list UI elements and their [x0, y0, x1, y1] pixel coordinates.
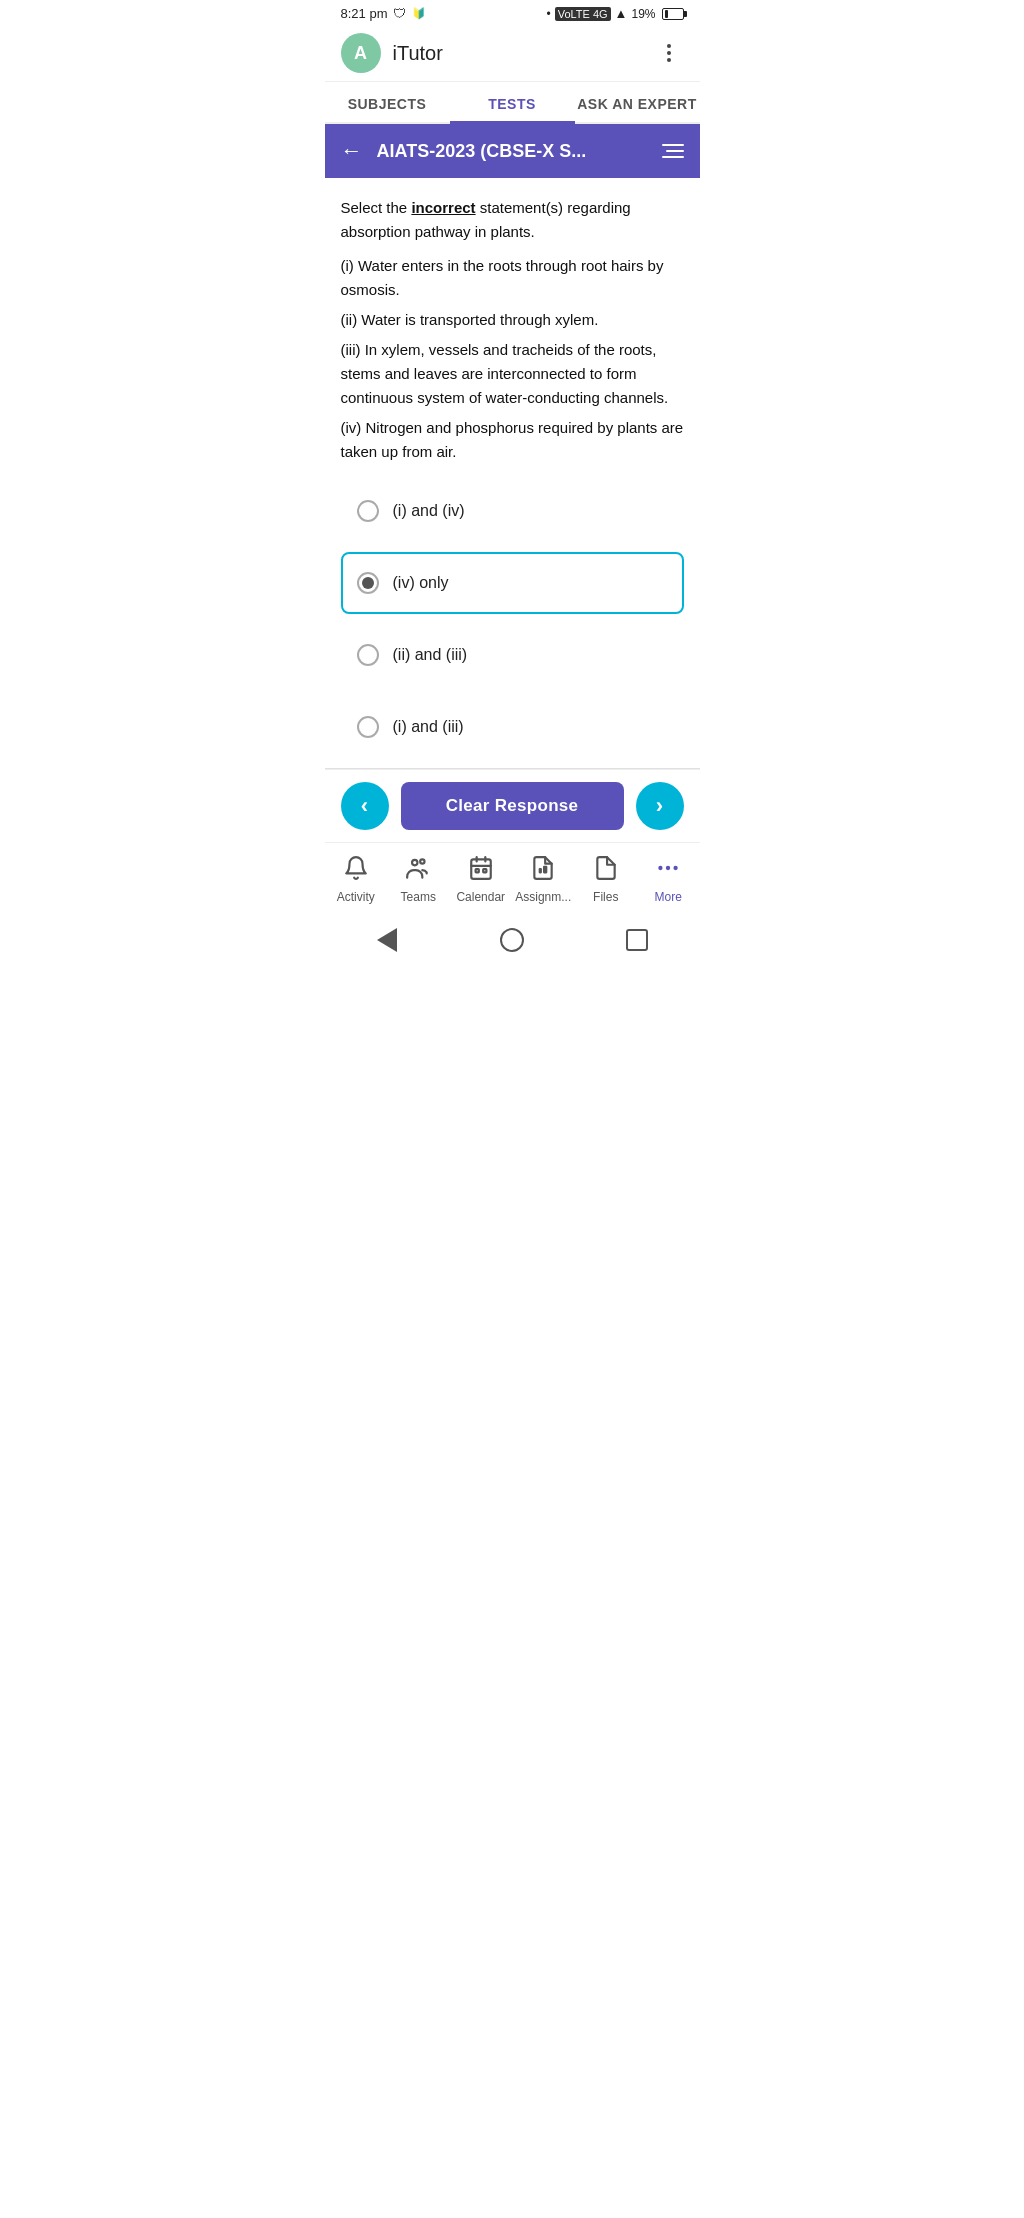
bottom-nav: Activity Teams Calendar	[325, 842, 700, 912]
files-label: Files	[593, 890, 618, 904]
svg-rect-2	[471, 859, 491, 879]
avatar: A	[341, 33, 381, 73]
next-button[interactable]: ›	[636, 782, 684, 830]
back-button[interactable]: ←	[341, 138, 363, 164]
question-text: Select the incorrect statement(s) regard…	[341, 196, 684, 244]
svg-point-0	[412, 860, 417, 865]
nav-item-activity[interactable]: Activity	[325, 851, 388, 908]
calendar-icon	[468, 855, 494, 887]
option-1-label: (i) and (iv)	[393, 502, 465, 520]
status-bar: 8:21 pm 🛡 🔰 • VoLTE 4G ▲ 19%	[325, 0, 700, 25]
files-icon	[593, 855, 619, 887]
teams-icon	[405, 855, 431, 887]
svg-point-1	[420, 859, 424, 863]
battery-label: 19%	[631, 7, 655, 21]
status-time: 8:21 pm 🛡 🔰	[341, 6, 427, 21]
status-right: • VoLTE 4G ▲ 19%	[546, 6, 683, 21]
option-2-label: (iv) only	[393, 574, 449, 592]
app-header: A iTutor	[325, 25, 700, 82]
back-triangle-icon	[377, 928, 397, 952]
more-icon	[655, 855, 681, 887]
statement-iv: (iv) Nitrogen and phosphorus required by…	[341, 416, 684, 464]
radio-3	[357, 644, 379, 666]
option-2[interactable]: (iv) only	[341, 552, 684, 614]
action-bar: ‹ Clear Response ›	[325, 769, 700, 842]
home-circle-icon	[500, 928, 524, 952]
assignments-icon	[530, 855, 556, 887]
system-nav	[325, 912, 700, 964]
more-label: More	[655, 890, 682, 904]
svg-point-8	[659, 866, 663, 870]
option-1[interactable]: (i) and (iv)	[341, 480, 684, 542]
svg-point-10	[674, 866, 678, 870]
svg-rect-6	[475, 869, 478, 872]
test-title: AIATS-2023 (CBSE-X S...	[377, 141, 662, 162]
options-area: (i) and (iv) (iv) only (ii) and (iii) (i…	[325, 472, 700, 758]
next-arrow-icon: ›	[656, 795, 663, 817]
svg-point-9	[666, 866, 670, 870]
radio-4	[357, 716, 379, 738]
signal-dot: •	[546, 7, 550, 21]
recents-square-icon	[626, 929, 648, 951]
system-home-button[interactable]	[498, 926, 526, 954]
system-back-button[interactable]	[373, 926, 401, 954]
prev-button[interactable]: ‹	[341, 782, 389, 830]
nav-item-assignments[interactable]: Assignm...	[512, 851, 575, 908]
clear-response-button[interactable]: Clear Response	[401, 782, 624, 830]
hamburger-menu[interactable]	[662, 144, 684, 158]
header-more-button[interactable]	[654, 38, 684, 68]
test-header-banner: ← AIATS-2023 (CBSE-X S...	[325, 124, 700, 178]
statement-ii: (ii) Water is transported through xylem.	[341, 308, 684, 332]
nav-item-teams[interactable]: Teams	[387, 851, 450, 908]
tab-bar: SUBJECTS TESTS ASK AN EXPERT	[325, 82, 700, 124]
nav-item-calendar[interactable]: Calendar	[450, 851, 513, 908]
option-4-label: (i) and (iii)	[393, 718, 464, 736]
shield-icon-2: 🔰	[412, 7, 426, 20]
question-area: Select the incorrect statement(s) regard…	[325, 178, 700, 472]
radio-2	[357, 572, 379, 594]
battery-icon	[662, 8, 684, 20]
option-3[interactable]: (ii) and (iii)	[341, 624, 684, 686]
signal-label: VoLTE 4G	[555, 7, 611, 21]
radio-1	[357, 500, 379, 522]
time-display: 8:21 pm	[341, 6, 388, 21]
nav-item-more[interactable]: More	[637, 851, 700, 908]
nav-item-files[interactable]: Files	[575, 851, 638, 908]
activity-label: Activity	[337, 890, 375, 904]
shield-icon-1: 🛡	[393, 6, 406, 21]
teams-label: Teams	[401, 890, 436, 904]
option-4[interactable]: (i) and (iii)	[341, 696, 684, 758]
prev-arrow-icon: ‹	[361, 795, 368, 817]
bell-icon	[343, 855, 369, 887]
system-recents-button[interactable]	[623, 926, 651, 954]
statement-i: (i) Water enters in the roots through ro…	[341, 254, 684, 302]
calendar-label: Calendar	[456, 890, 505, 904]
svg-rect-7	[483, 869, 486, 872]
assignments-label: Assignm...	[515, 890, 571, 904]
tab-subjects[interactable]: SUBJECTS	[325, 82, 450, 122]
app-title: iTutor	[393, 42, 654, 65]
option-3-label: (ii) and (iii)	[393, 646, 468, 664]
tab-tests[interactable]: TESTS	[450, 82, 575, 122]
signal-bars: ▲	[615, 6, 628, 21]
statement-iii: (iii) In xylem, vessels and tracheids of…	[341, 338, 684, 410]
tab-ask-expert[interactable]: ASK AN EXPERT	[575, 82, 700, 122]
